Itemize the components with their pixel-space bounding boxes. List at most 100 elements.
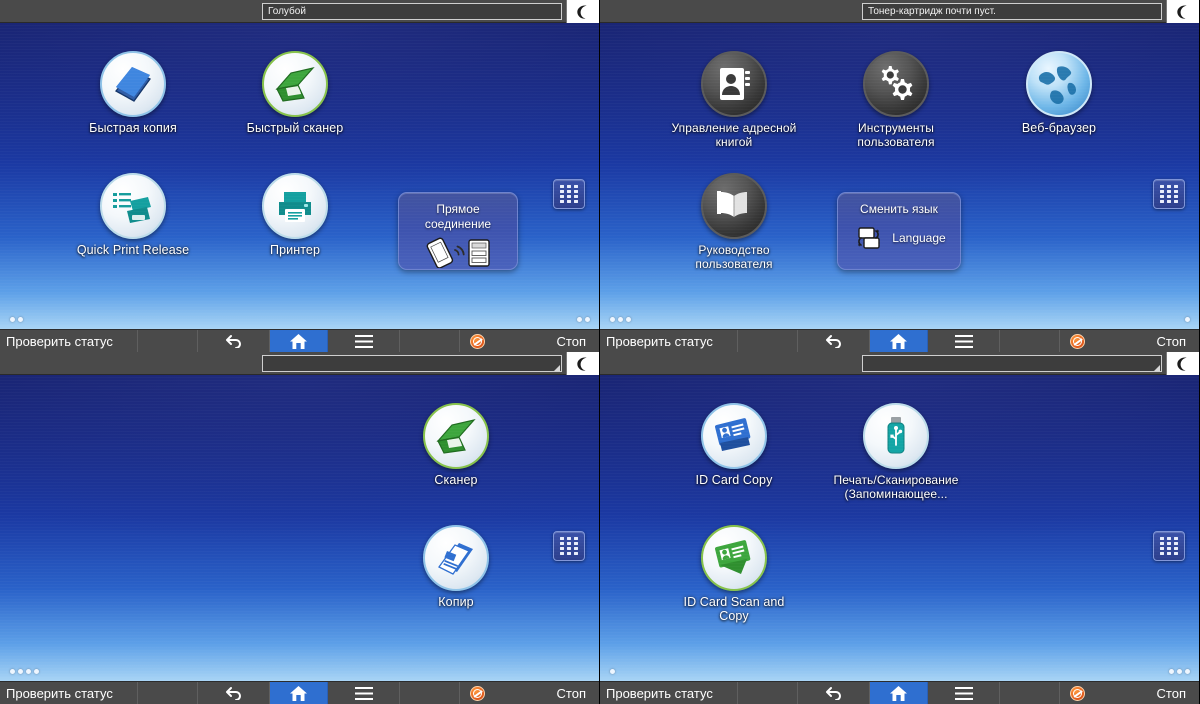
home-icon	[889, 685, 908, 702]
check-status-button[interactable]: Проверить статус	[0, 682, 138, 704]
sleep-mode-button-3[interactable]	[566, 352, 599, 375]
stop-label: Стоп	[1156, 685, 1186, 701]
home-icon	[889, 333, 908, 350]
menu-button[interactable]	[328, 330, 400, 352]
app-usb-print-scan[interactable]: Печать/Сканирование (Запоминающее...	[830, 403, 962, 501]
home-desktop-4: ID Card Copy Печать/Сканирование (Запоми…	[600, 375, 1199, 681]
bottom-toolbar-2: Проверить статус Стоп	[600, 329, 1199, 352]
check-status-button[interactable]: Проверить статус	[600, 330, 738, 352]
check-status-button[interactable]: Проверить статус	[600, 682, 738, 704]
app-label: Печать/Сканирование (Запоминающее...	[833, 473, 959, 501]
stop-button[interactable]: Стоп	[1060, 682, 1199, 704]
app-quick-scanner[interactable]: Быстрый сканер	[229, 51, 361, 135]
quick-copy-icon	[100, 51, 166, 117]
status-bar-4	[600, 352, 1199, 375]
app-label: Сканер	[434, 473, 478, 487]
menu-button[interactable]	[928, 682, 1000, 704]
app-quick-print-release[interactable]: Quick Print Release	[67, 173, 199, 257]
home-button[interactable]	[870, 330, 928, 352]
app-web-browser[interactable]: Веб-браузер	[993, 51, 1125, 135]
usb-print-scan-icon	[863, 403, 929, 469]
toolbar-spacer-left	[738, 330, 798, 352]
app-label: Принтер	[269, 243, 320, 257]
back-button[interactable]	[798, 682, 870, 704]
app-address-book-management[interactable]: Управление адресной книгой	[668, 51, 800, 149]
sleep-mode-button-4[interactable]	[1166, 352, 1199, 375]
page-indicator-left-4[interactable]	[610, 669, 615, 674]
home-button[interactable]	[270, 330, 328, 352]
printer-icon	[262, 173, 328, 239]
menu-button[interactable]	[328, 682, 400, 704]
user-tools-icon	[863, 51, 929, 117]
stop-icon	[1070, 685, 1085, 701]
printer-panel-4: ID Card Copy Печать/Сканирование (Запоми…	[600, 352, 1200, 704]
keypad-icon	[560, 537, 578, 555]
app-copier[interactable]: Копир	[390, 525, 522, 609]
status-message-field-4[interactable]	[862, 355, 1162, 372]
menu-button[interactable]	[928, 330, 1000, 352]
language-switch-icon	[852, 225, 886, 251]
moon-sleep-icon	[1177, 357, 1190, 371]
status-message-field-2[interactable]: Тонер-картридж почти пуст.	[862, 3, 1162, 20]
sleep-mode-button-1[interactable]	[566, 0, 599, 23]
app-quick-copy[interactable]: Быстрая копия	[67, 51, 199, 135]
check-status-button[interactable]: Проверить статус	[0, 330, 138, 352]
app-id-card-copy[interactable]: ID Card Copy	[668, 403, 800, 487]
bottom-toolbar-3: Проверить статус Стоп	[0, 681, 599, 704]
screenshot-grid: Голубой Быстрая копия Быстрый сканер Qui…	[0, 0, 1200, 704]
sleep-mode-button-2[interactable]	[1166, 0, 1199, 23]
stop-icon	[470, 333, 485, 349]
status-message-field-1[interactable]: Голубой	[262, 3, 562, 20]
status-message-field-3[interactable]	[262, 355, 562, 372]
page-indicator-left-3[interactable]	[10, 669, 39, 674]
page-indicator-left-1[interactable]	[10, 317, 23, 322]
app-scanner[interactable]: Сканер	[390, 403, 522, 487]
app-user-guide[interactable]: Руководство пользователя	[668, 173, 800, 271]
resize-corner-icon	[554, 365, 560, 371]
moon-sleep-icon	[577, 357, 590, 371]
home-button[interactable]	[870, 682, 928, 704]
keypad-launcher-2[interactable]	[1153, 179, 1185, 209]
app-user-tools[interactable]: Инструменты пользователя	[830, 51, 962, 149]
stop-label: Стоп	[1156, 333, 1186, 349]
widget-direct-connection[interactable]: Прямое соединение	[398, 192, 518, 270]
page-indicator-right-1[interactable]	[577, 317, 590, 322]
back-button[interactable]	[798, 330, 870, 352]
home-button[interactable]	[270, 682, 328, 704]
stop-button[interactable]: Стоп	[460, 682, 599, 704]
stop-button[interactable]: Стоп	[460, 330, 599, 352]
user-guide-icon	[701, 173, 767, 239]
app-label: Веб-браузер	[1021, 121, 1097, 135]
toolbar-spacer-left	[138, 682, 198, 704]
back-arrow-icon	[225, 334, 243, 348]
home-icon	[289, 685, 308, 702]
keypad-launcher-4[interactable]	[1153, 531, 1185, 561]
page-indicator-right-4[interactable]	[1169, 669, 1190, 674]
back-button[interactable]	[198, 330, 270, 352]
widget-change-language[interactable]: Сменить язык Language	[837, 192, 961, 270]
printer-panel-3: Сканер Копир Проверить статус Стоп	[0, 352, 600, 704]
app-label: Быстрый сканер	[246, 121, 344, 135]
widget-title: Сменить язык	[860, 202, 938, 216]
page-indicator-right-2[interactable]	[1185, 317, 1190, 322]
keypad-launcher-1[interactable]	[553, 179, 585, 209]
home-desktop-3: Сканер Копир	[0, 375, 599, 681]
printer-panel-2: Тонер-картридж почти пуст. Управление ад…	[600, 0, 1200, 352]
app-id-card-scan-and-copy[interactable]: ID Card Scan and Copy	[668, 525, 800, 623]
keypad-icon	[560, 185, 578, 203]
back-button[interactable]	[198, 682, 270, 704]
back-arrow-icon	[225, 686, 243, 700]
hamburger-menu-icon	[354, 686, 373, 700]
toolbar-spacer-right	[1000, 330, 1060, 352]
keypad-icon	[1160, 185, 1178, 203]
direct-connection-icon	[421, 236, 495, 268]
app-label: Управление адресной книгой	[671, 121, 797, 149]
web-browser-icon	[1026, 51, 1092, 117]
app-printer[interactable]: Принтер	[229, 173, 361, 257]
quick-scanner-icon	[262, 51, 328, 117]
stop-icon	[1070, 333, 1085, 349]
keypad-launcher-3[interactable]	[553, 531, 585, 561]
status-bar-2: Тонер-картридж почти пуст.	[600, 0, 1199, 23]
page-indicator-left-2[interactable]	[610, 317, 631, 322]
stop-button[interactable]: Стоп	[1060, 330, 1199, 352]
